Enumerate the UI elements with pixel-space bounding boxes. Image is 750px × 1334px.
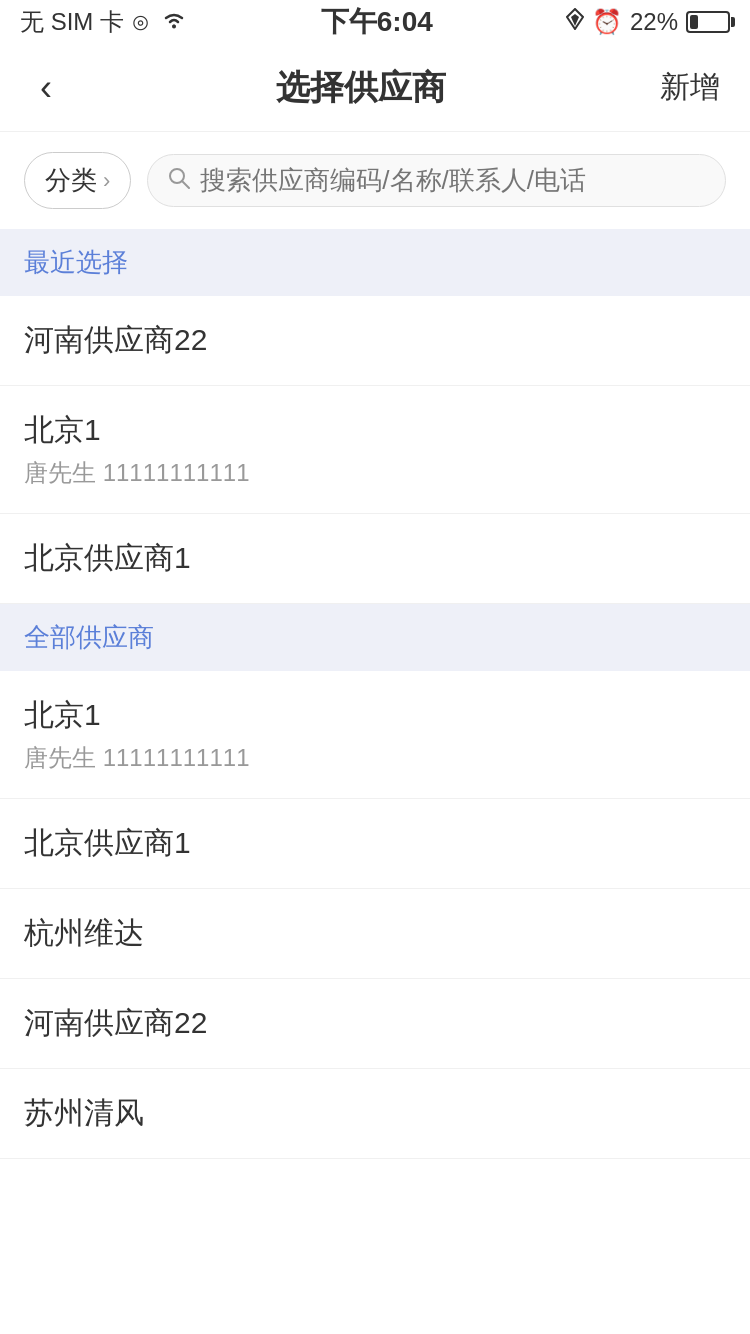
list-item[interactable]: 苏州清风: [0, 1069, 750, 1159]
recent-section-label: 最近选择: [24, 247, 128, 277]
status-time: 下午6:04: [321, 3, 433, 41]
wifi-icon: [160, 8, 188, 36]
all-section-label: 全部供应商: [24, 622, 154, 652]
item-name: 河南供应商22: [24, 1003, 726, 1044]
search-input[interactable]: [200, 165, 705, 196]
svg-line-2: [182, 181, 189, 188]
item-name: 杭州维达: [24, 913, 726, 954]
category-label: 分类: [45, 163, 97, 198]
item-name: 北京供应商1: [24, 538, 726, 579]
all-section-header: 全部供应商: [0, 604, 750, 671]
item-name: 北京供应商1: [24, 823, 726, 864]
item-sub: 唐先生 11111111111: [24, 457, 726, 489]
item-name: 北京1: [24, 410, 726, 451]
battery-text: 22%: [630, 8, 678, 36]
battery-icon: [686, 11, 730, 33]
filter-bar: 分类 ›: [0, 132, 750, 229]
list-item[interactable]: 北京供应商1: [0, 514, 750, 604]
sim-status: 无 SIM 卡 ⊙: [20, 6, 150, 38]
list-item[interactable]: 北京1 唐先生 11111111111: [0, 386, 750, 514]
item-name: 北京1: [24, 695, 726, 736]
back-button[interactable]: ‹: [30, 57, 62, 119]
search-box[interactable]: [147, 154, 726, 207]
page-title: 选择供应商: [276, 65, 446, 111]
list-item[interactable]: 河南供应商22: [0, 979, 750, 1069]
nav-bar: ‹ 选择供应商 新增: [0, 44, 750, 132]
list-item[interactable]: 北京供应商1: [0, 799, 750, 889]
item-sub: 唐先生 11111111111: [24, 742, 726, 774]
chevron-right-icon: ›: [103, 168, 110, 194]
alarm-icon: ⏰: [592, 8, 622, 36]
category-filter[interactable]: 分类 ›: [24, 152, 131, 209]
location-icon: [566, 8, 584, 36]
search-icon: [168, 167, 190, 195]
all-list: 北京1 唐先生 11111111111 北京供应商1 杭州维达河南供应商22 苏州清风: [0, 671, 750, 1159]
svg-point-0: [172, 25, 176, 29]
status-bar: 无 SIM 卡 ⊙ 下午6:04 ⏰ 22%: [0, 0, 750, 44]
list-item[interactable]: 北京1 唐先生 11111111111: [0, 671, 750, 799]
item-name: 河南供应商22: [24, 320, 726, 361]
item-name: 苏州清风: [24, 1093, 726, 1134]
recent-section-header: 最近选择: [0, 229, 750, 296]
add-button[interactable]: 新增: [660, 67, 720, 108]
recent-list: 河南供应商22 北京1 唐先生 11111111111 北京供应商1: [0, 296, 750, 604]
status-right: ⏰ 22%: [566, 8, 730, 36]
list-item[interactable]: 杭州维达: [0, 889, 750, 979]
status-left: 无 SIM 卡 ⊙: [20, 6, 188, 38]
list-item[interactable]: 河南供应商22: [0, 296, 750, 386]
